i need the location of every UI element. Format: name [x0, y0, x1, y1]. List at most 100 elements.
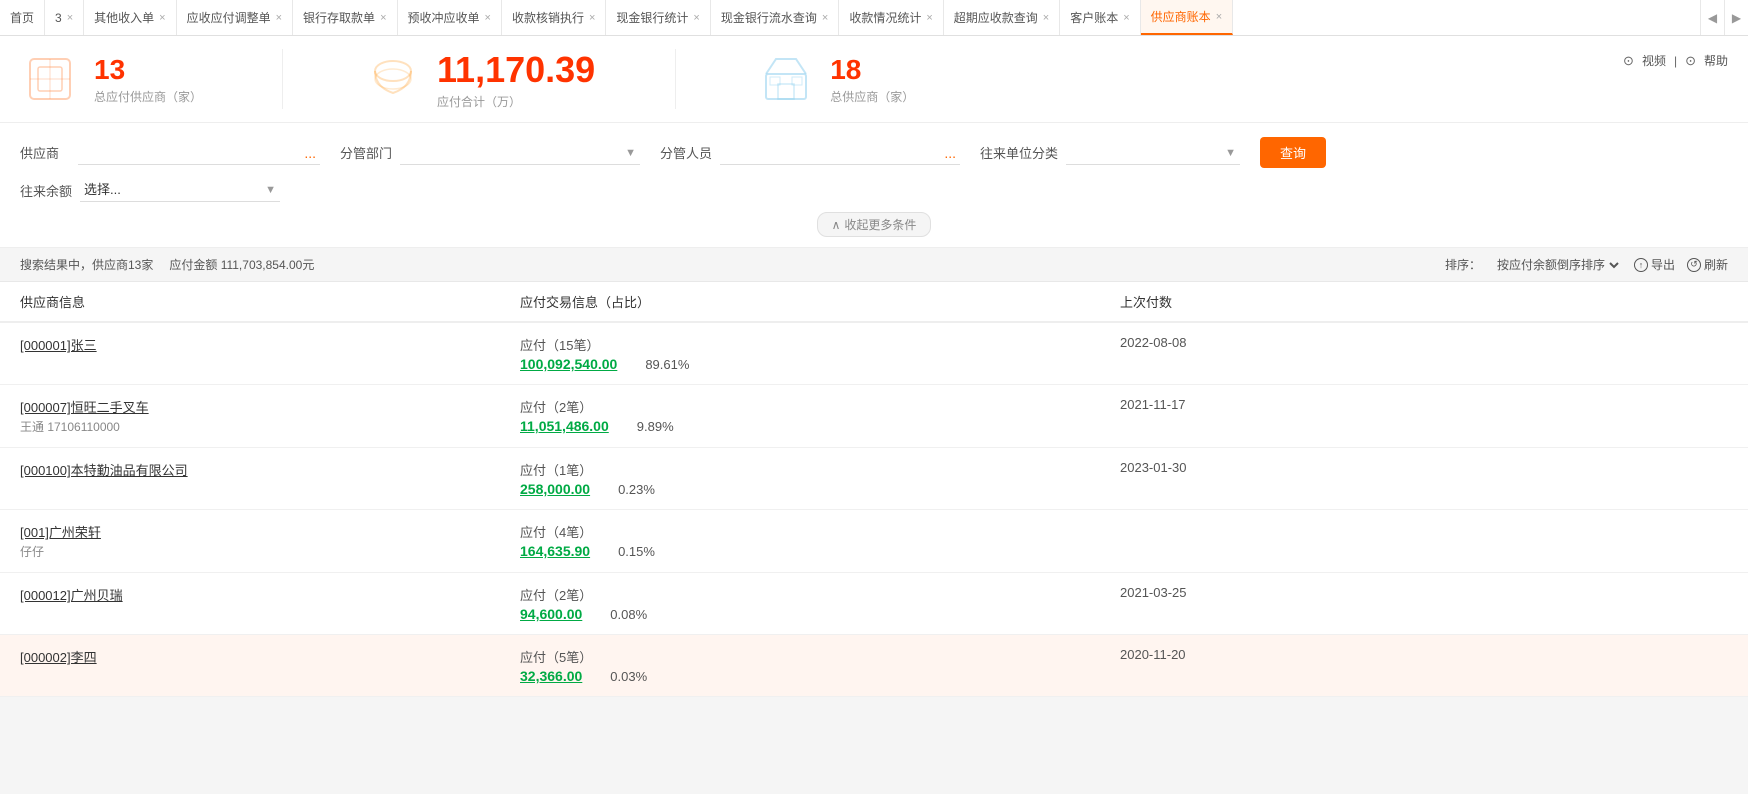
tab-receipt-exec[interactable]: 收款核销执行 × [502, 0, 606, 35]
supplier-dots-icon[interactable]: ... [304, 145, 316, 161]
top-right-links: ⊙ 视频 | ⊙ 帮助 [1623, 52, 1728, 69]
tx-label: 应付（2笔） [520, 585, 1120, 604]
search-row-1: 供应商 ... 分管部门 ▼ 分管人员 ... [20, 137, 1728, 168]
diamond-icon [20, 49, 80, 109]
balance-label: 往来余额 [20, 181, 72, 200]
person-dots-icon[interactable]: ... [944, 145, 956, 161]
tx-info-cell: 应付（2笔） 11,051,486.00 9.89% [520, 397, 1120, 434]
sort-select[interactable]: 按应付余额倒序排序 [1493, 257, 1622, 273]
stat-divider-2 [675, 49, 676, 109]
supplier-field: 供应商 ... [20, 141, 320, 165]
tx-amount-link[interactable]: 32,366.00 [520, 668, 582, 684]
last-pay-cell: 2021-03-25 [1120, 585, 1728, 600]
tab-3[interactable]: 3 × [45, 0, 84, 35]
category-field: 往来单位分类 ▼ [980, 141, 1240, 165]
table-row: [000002]李四应付（5笔）32,366.000.03%2020-11-20 [0, 635, 1748, 697]
tab-cash-bank-stats[interactable]: 现金银行统计 × [606, 0, 710, 35]
tab-home[interactable]: 首页 [0, 0, 45, 35]
tx-info-cell: 应付（15笔） 100,092,540.00 89.61% [520, 335, 1120, 372]
question-icon: ⊙ [1685, 53, 1696, 69]
person-field: 分管人员 ... [660, 141, 960, 165]
export-icon: ↑ [1634, 258, 1648, 272]
data-table: 供应商信息 应付交易信息（占比） 上次付数 [000001]张三 应付（15笔） 1… [0, 282, 1748, 697]
tx-label: 应付（2笔） [520, 397, 1120, 416]
payable-total-amount: 11,170.39 [437, 48, 595, 91]
close-icon[interactable]: × [67, 12, 73, 24]
balance-select[interactable]: 选择... [80, 178, 280, 202]
sort-label: 排序： [1445, 256, 1481, 273]
tx-percent: 89.61% [645, 357, 689, 372]
stat-total-supplier: 18 总供应商（家） [756, 49, 914, 109]
close-icon[interactable]: × [1043, 12, 1049, 24]
total-supplier-label: 总供应商（家） [830, 88, 914, 105]
tab-other-income[interactable]: 其他收入单 × [84, 0, 176, 35]
tx-percent: 0.23% [618, 482, 655, 497]
tab-supplier-ledger[interactable]: 供应商账本 × [1141, 0, 1233, 35]
payable-supplier-label: 总应付供应商（家） [94, 88, 202, 105]
supplier-link[interactable]: [000007]恒旺二手叉车 [20, 400, 149, 415]
query-button[interactable]: 查询 [1260, 137, 1326, 168]
supplier-link[interactable]: [001]广州荣轩 [20, 525, 101, 540]
close-icon[interactable]: × [693, 12, 699, 24]
supplier-info-cell: [000001]张三 [20, 335, 520, 354]
tx-amount-link[interactable]: 100,092,540.00 [520, 356, 617, 372]
supplier-info-cell: [000007]恒旺二手叉车王通 17106110000 [20, 397, 520, 435]
close-icon[interactable]: × [159, 12, 165, 24]
tab-receipt-stats[interactable]: 收款情况统计 × [839, 0, 943, 35]
tx-amount-link[interactable]: 11,051,486.00 [520, 418, 609, 434]
tx-amount-link[interactable]: 94,600.00 [520, 606, 582, 622]
close-icon[interactable]: × [276, 12, 282, 24]
tx-percent: 0.08% [610, 607, 647, 622]
supplier-input[interactable] [78, 141, 320, 165]
supplier-label: 供应商 [20, 143, 70, 162]
supplier-info-cell: [000012]广州贝瑞 [20, 585, 520, 604]
video-link[interactable]: 视频 [1642, 52, 1666, 69]
nav-next-button[interactable]: ▶ [1724, 0, 1748, 36]
stats-bar: 13 总应付供应商（家） 11,170.39 应付合计（万） [0, 36, 1748, 123]
dept-field: 分管部门 ▼ [340, 141, 640, 165]
tab-ar-ap-adjust[interactable]: 应收应付调整单 × [177, 0, 293, 35]
tab-customer-ledger[interactable]: 客户账本 × [1060, 0, 1140, 35]
supplier-input-wrapper: ... [78, 141, 320, 165]
help-link[interactable]: 帮助 [1704, 52, 1728, 69]
supplier-link[interactable]: [000100]本特勤油品有限公司 [20, 463, 188, 478]
payable-total-label: 应付合计（万） [437, 93, 595, 110]
search-row-2: 往来余额 选择... ▼ [20, 178, 1728, 202]
nav-prev-button[interactable]: ◀ [1700, 0, 1724, 36]
tab-overdue-query[interactable]: 超期应收款查询 × [944, 0, 1060, 35]
tx-percent: 0.03% [610, 669, 647, 684]
dept-select-wrapper: ▼ [400, 141, 640, 165]
dept-select[interactable] [400, 141, 640, 165]
tab-bank-deposit[interactable]: 银行存取款单 × [293, 0, 397, 35]
tx-info-cell: 应付（1笔）258,000.000.23% [520, 460, 1120, 497]
tx-amount-link[interactable]: 164,635.90 [520, 543, 590, 559]
refresh-button[interactable]: ↺ 刷新 [1687, 256, 1728, 273]
close-icon[interactable]: × [822, 12, 828, 24]
table-row: [000001]张三应付（15笔）100,092,540.0089.61%202… [0, 323, 1748, 385]
supplier-link[interactable]: [000002]李四 [20, 650, 97, 665]
export-button[interactable]: ↑ 导出 [1634, 256, 1675, 273]
close-icon[interactable]: × [380, 12, 386, 24]
collapse-bar: ∧ 收起更多条件 [20, 212, 1728, 237]
person-input[interactable] [720, 141, 960, 165]
tx-amount-link[interactable]: 258,000.00 [520, 481, 590, 497]
tab-cash-flow-query[interactable]: 现金银行流水查询 × [711, 0, 839, 35]
close-icon[interactable]: × [589, 12, 595, 24]
supplier-link[interactable]: [000001]张三 [20, 338, 97, 353]
collapse-button[interactable]: ∧ 收起更多条件 [817, 212, 932, 237]
tx-percent: 9.89% [637, 419, 674, 434]
stat-payable-total: 11,170.39 应付合计（万） [363, 48, 595, 110]
table-header: 供应商信息 应付交易信息（占比） 上次付数 [0, 282, 1748, 323]
close-icon[interactable]: × [1123, 12, 1129, 24]
close-icon[interactable]: × [485, 12, 491, 24]
close-icon[interactable]: × [926, 12, 932, 24]
category-select[interactable] [1066, 141, 1240, 165]
supplier-link[interactable]: [000012]广州贝瑞 [20, 588, 123, 603]
balance-select-wrapper: 选择... ▼ [80, 178, 280, 202]
tab-prepay-offset[interactable]: 预收冲应收单 × [398, 0, 502, 35]
table-row: [000007]恒旺二手叉车王通 17106110000应付（2笔） 11,051… [0, 385, 1748, 448]
close-icon[interactable]: × [1216, 11, 1222, 23]
stat-divider-1 [282, 49, 283, 109]
tx-label: 应付（15笔） [520, 335, 1120, 354]
col-header-lastpay: 上次付数 [1120, 292, 1728, 311]
